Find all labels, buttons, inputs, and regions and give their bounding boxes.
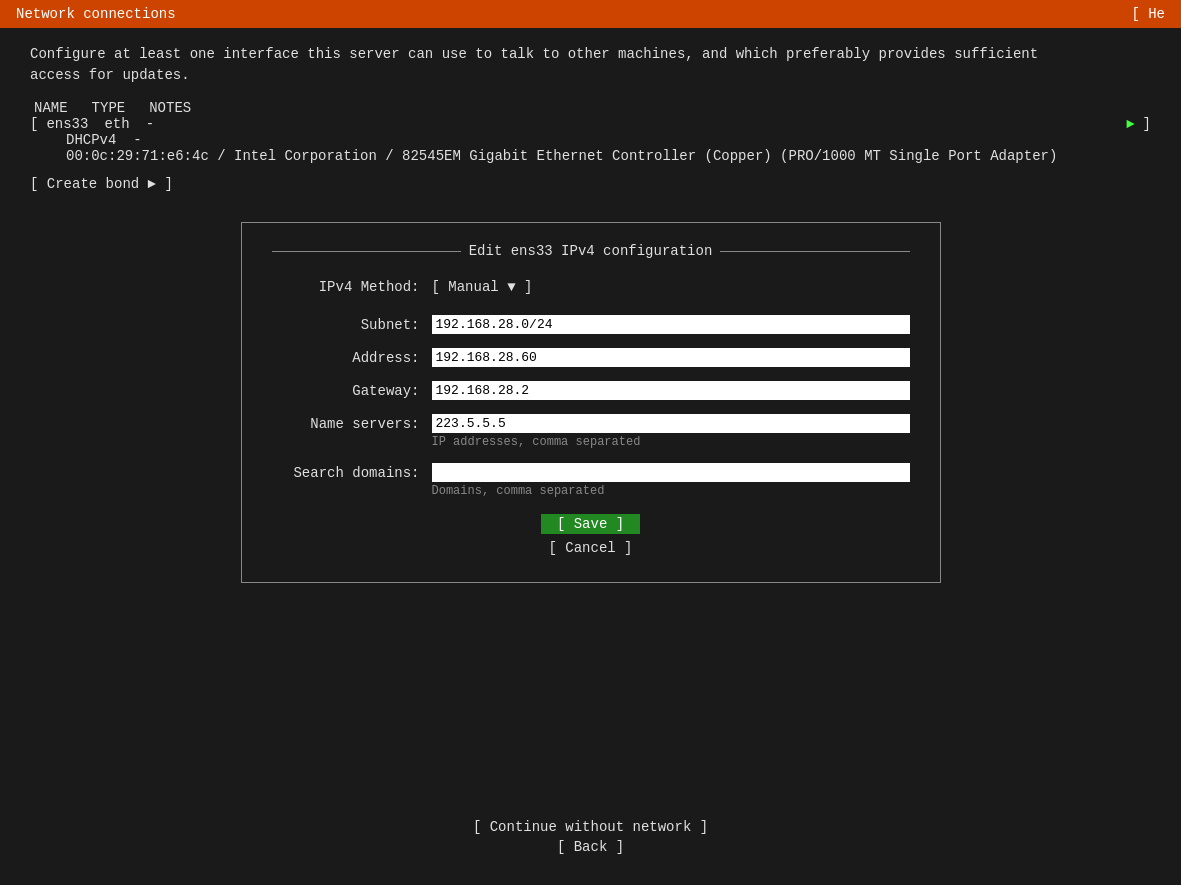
address-row: Address:	[272, 348, 910, 367]
back-label: [ Back ]	[557, 839, 624, 855]
method-label: IPv4 Method:	[272, 279, 432, 295]
searchdomains-field-wrap: Domains, comma separated	[432, 463, 910, 498]
searchdomains-row: Search domains: Domains, comma separated	[272, 463, 910, 498]
table-header: NAME TYPE NOTES	[30, 100, 1151, 116]
interface-notes: -	[146, 116, 154, 132]
address-label: Address:	[272, 348, 432, 366]
continue-label: [ Continue without network ]	[473, 819, 708, 835]
subnet-label: Subnet:	[272, 315, 432, 333]
nameservers-hint: IP addresses, comma separated	[432, 435, 910, 449]
nameservers-row: Name servers: IP addresses, comma separa…	[272, 414, 910, 449]
dhcp-label: DHCPv4	[66, 132, 116, 148]
subnet-row: Subnet:	[272, 315, 910, 334]
title-bar: Network connections [ He	[0, 0, 1181, 28]
dialog-title-text: Edit ens33 IPv4 configuration	[469, 243, 713, 259]
nameservers-field-wrap: IP addresses, comma separated	[432, 414, 910, 449]
dhcp-row: DHCPv4 -	[30, 132, 1151, 148]
help-button[interactable]: [ He	[1131, 6, 1165, 22]
col-type: TYPE	[92, 100, 126, 116]
col-notes: NOTES	[149, 100, 191, 116]
description-line2: access for updates.	[30, 65, 1151, 86]
interface-row[interactable]: [ ens33 eth - ► ]	[30, 116, 1151, 132]
save-label: [ Save ]	[557, 516, 624, 532]
cancel-label: [ Cancel ]	[548, 540, 632, 556]
gateway-row: Gateway:	[272, 381, 910, 400]
gateway-label: Gateway:	[272, 381, 432, 399]
interface-type: eth	[104, 116, 129, 132]
address-field-wrap	[432, 348, 910, 367]
create-bond-label: [ Create bond ► ]	[30, 176, 173, 192]
app-title: Network connections	[16, 6, 176, 22]
address-input[interactable]	[432, 348, 910, 367]
create-bond-button[interactable]: [ Create bond ► ]	[30, 176, 1151, 192]
subnet-input[interactable]	[432, 315, 910, 334]
dhcp-value: -	[133, 132, 141, 148]
method-row: IPv4 Method: [ Manual ▼ ]	[272, 279, 910, 295]
mac-row: 00:0c:29:71:e6:4c / Intel Corporation / …	[30, 148, 1151, 164]
row-bracket-open: [	[30, 116, 38, 132]
row-bracket-close: ]	[1143, 116, 1151, 132]
ipv4-dialog: Edit ens33 IPv4 configuration IPv4 Metho…	[241, 222, 941, 583]
back-button[interactable]: [ Back ]	[557, 839, 624, 855]
method-close: ]	[524, 279, 532, 295]
nameservers-label: Name servers:	[272, 414, 432, 432]
searchdomains-label: Search domains:	[272, 463, 432, 481]
gateway-field-wrap	[432, 381, 910, 400]
searchdomains-input[interactable]	[432, 463, 910, 482]
nameservers-input[interactable]	[432, 414, 910, 433]
network-table: NAME TYPE NOTES [ ens33 eth - ► ] DHCPv4…	[30, 100, 1151, 164]
method-arrow: ▼	[507, 279, 515, 295]
description-line1: Configure at least one interface this se…	[30, 44, 1151, 65]
col-name: NAME	[34, 100, 68, 116]
dialog-buttons: [ Save ] [ Cancel ]	[272, 514, 910, 558]
subnet-field-wrap	[432, 315, 910, 334]
expand-arrow: ►	[1126, 116, 1134, 132]
method-value[interactable]: [ Manual	[432, 279, 499, 295]
bottom-buttons: [ Continue without network ] [ Back ]	[0, 819, 1181, 855]
save-button[interactable]: [ Save ]	[541, 514, 640, 534]
gateway-input[interactable]	[432, 381, 910, 400]
interface-name: ens33	[46, 116, 88, 132]
searchdomains-hint: Domains, comma separated	[432, 484, 910, 498]
continue-without-network-button[interactable]: [ Continue without network ]	[473, 819, 708, 835]
description-text: Configure at least one interface this se…	[30, 44, 1151, 86]
cancel-button[interactable]: [ Cancel ]	[532, 538, 648, 558]
dialog-title-row: Edit ens33 IPv4 configuration	[272, 243, 910, 259]
mac-address: 00:0c:29:71:e6:4c / Intel Corporation / …	[66, 148, 1057, 164]
